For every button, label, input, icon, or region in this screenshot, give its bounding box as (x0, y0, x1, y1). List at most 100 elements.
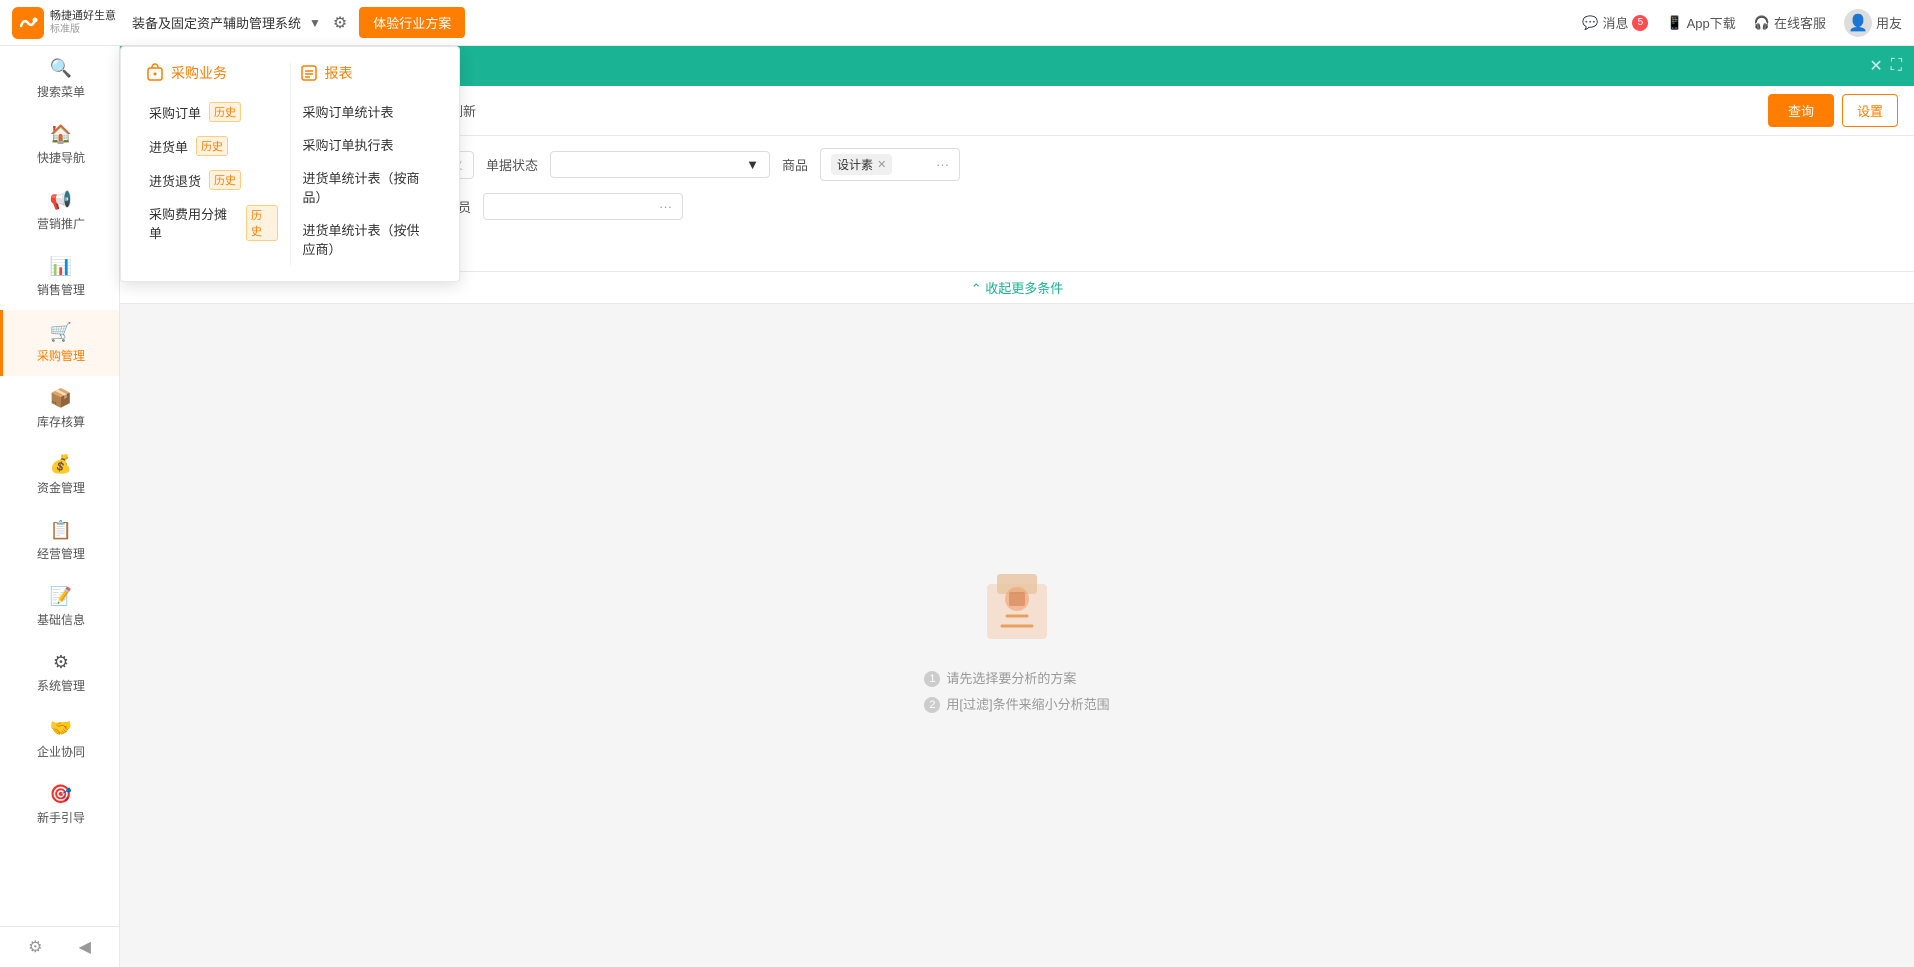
app-download-label: App下载 (1687, 13, 1736, 32)
step1-text: 请先选择要分析的方案 (946, 666, 1076, 692)
dropdown-item-receipt[interactable]: 进货单 历史 (145, 129, 282, 163)
sidebar-settings-btn[interactable]: ⚙ (28, 937, 42, 957)
dropdown-item-return[interactable]: 进货退货 历史 (145, 163, 282, 197)
dropdown-item-po-exec[interactable]: 采购订单执行表 (299, 128, 436, 161)
sidebar-item-finance[interactable]: 💰 资金管理 (0, 442, 119, 508)
sidebar-item-basic[interactable]: 📝 基础信息 (0, 574, 119, 640)
industry-btn[interactable]: 体验行业方案 (359, 7, 465, 38)
purchase-dropdown-menu: 采购业务 采购订单 历史 进货单 历史 进货退货 历史 采购费用分摊单 历史 (120, 46, 460, 282)
purchase-col-header: 采购业务 (145, 63, 282, 83)
dropdown-label-receipt-supplier: 进货单统计表（按供应商） (303, 220, 432, 258)
staff-dots[interactable]: ··· (659, 199, 672, 214)
tab-bar-actions: ✕ ⛶ (1869, 56, 1914, 76)
empty-state: 1 请先选择要分析的方案 2 用[过滤]条件来缩小分析范围 (120, 304, 1914, 967)
hist-badge-expense: 历史 (246, 205, 278, 241)
logo-version: 标准版 (50, 23, 116, 36)
purchase-icon: 🛒 (50, 322, 72, 343)
header-right: 💬 消息 5 📱 App下载 🎧 在线客服 👤 用友 (1582, 9, 1902, 37)
report-col-title: 报表 (325, 63, 353, 83)
goods-select[interactable]: 设计素 ✕ ··· (820, 148, 960, 181)
settings-btn[interactable]: ⚙ (329, 9, 351, 37)
sidebar: 🔍 搜索菜单 🏠 快捷导航 📢 营销推广 📊 销售管理 🛒 采购管理 📦 库存核… (0, 46, 120, 967)
sidebar-item-guide[interactable]: 🎯 新手引导 (0, 772, 119, 838)
guide-icon: 🎯 (50, 784, 72, 805)
collapse-text: ⌃ 收起更多条件 (971, 281, 1064, 296)
report-col: 报表 采购订单统计表 采购订单执行表 进货单统计表（按商品） 进货单统计表（按供… (291, 63, 444, 265)
purchase-col: 采购业务 采购订单 历史 进货单 历史 进货退货 历史 采购费用分摊单 历史 (137, 63, 291, 265)
inventory-icon: 📦 (50, 388, 72, 409)
sidebar-label-basic: 基础信息 (37, 611, 85, 628)
dropdown-label-expense: 采购费用分摊单 (149, 204, 238, 242)
report-col-icon (299, 63, 319, 83)
step1-num: 1 (924, 671, 940, 687)
sidebar-item-nav[interactable]: 🏠 快捷导航 (0, 112, 119, 178)
order-status-select[interactable]: ▼ (550, 151, 770, 178)
empty-illustration (967, 554, 1067, 654)
message-label: 消息 (1602, 13, 1628, 32)
empty-text: 1 请先选择要分析的方案 2 用[过滤]条件来缩小分析范围 (924, 666, 1109, 718)
top-header: 畅捷通好生意 标准版 装备及固定资产辅助管理系统 ▼ ⚙ 体验行业方案 💬 消息… (0, 0, 1914, 46)
logo-icon (12, 7, 44, 39)
dropdown-item-po[interactable]: 采购订单 历史 (145, 95, 282, 129)
sidebar-item-collab[interactable]: 🤝 企业协同 (0, 706, 119, 772)
purchase-col-title: 采购业务 (171, 63, 227, 83)
sidebar-item-operation[interactable]: 📋 经营管理 (0, 508, 119, 574)
marketing-icon: 📢 (50, 190, 72, 211)
dropdown-item-expense[interactable]: 采购费用分摊单 历史 (145, 197, 282, 249)
app-download-btn[interactable]: 📱 App下载 (1666, 13, 1735, 32)
home-icon: 🏠 (50, 124, 72, 145)
hist-badge-return: 历史 (209, 170, 241, 190)
dropdown-item-po-stat[interactable]: 采购订单统计表 (299, 95, 436, 128)
sidebar-label-search: 搜索菜单 (37, 83, 85, 100)
goods-tag-remove[interactable]: ✕ (877, 158, 886, 171)
sidebar-collapse-btn[interactable]: ◀ (79, 937, 91, 957)
sidebar-item-system[interactable]: ⚙ 系统管理 (0, 640, 119, 706)
online-service-btn[interactable]: 🎧 在线客服 (1754, 13, 1826, 32)
system-icon: ⚙ (53, 652, 69, 673)
search-icon: 🔍 (50, 58, 72, 79)
user-label: 用友 (1876, 13, 1902, 32)
goods-dots[interactable]: ··· (936, 157, 949, 172)
sidebar-label-purchase: 采购管理 (37, 347, 85, 364)
report-col-header: 报表 (299, 63, 436, 83)
sidebar-label-operation: 经营管理 (37, 545, 85, 562)
sidebar-label-finance: 资金管理 (37, 479, 85, 496)
message-icon: 💬 (1582, 15, 1598, 31)
dropdown-item-receipt-goods[interactable]: 进货单统计表（按商品） (299, 161, 436, 213)
sidebar-item-marketing[interactable]: 📢 营销推广 (0, 178, 119, 244)
dropdown-label-return: 进货退货 (149, 171, 201, 190)
sidebar-label-sales: 销售管理 (37, 281, 85, 298)
header-center: 装备及固定资产辅助管理系统 ▼ ⚙ 体验行业方案 (132, 7, 1582, 38)
dropdown-label-po-exec: 采购订单执行表 (303, 135, 394, 154)
sidebar-item-purchase[interactable]: 🛒 采购管理 (0, 310, 119, 376)
dropdown-overlay: 采购业务 采购订单 历史 进货单 历史 进货退货 历史 采购费用分摊单 历史 (120, 46, 460, 282)
staff-select[interactable]: ··· (483, 193, 683, 220)
system-dropdown-btn[interactable]: ▼ (309, 16, 321, 30)
tab-fullscreen-icon[interactable]: ⛶ (1891, 57, 1902, 75)
purchase-col-icon (145, 63, 165, 83)
sidebar-item-search[interactable]: 🔍 搜索菜单 (0, 46, 119, 112)
step2-text: 用[过滤]条件来缩小分析范围 (946, 692, 1109, 718)
message-btn[interactable]: 💬 消息 5 (1582, 13, 1648, 32)
logo-name: 畅捷通好生意 (50, 9, 116, 23)
order-status-arrow: ▼ (746, 157, 759, 172)
user-btn[interactable]: 👤 用友 (1844, 9, 1902, 37)
finance-icon: 💰 (50, 454, 72, 475)
query-btn[interactable]: 查询 (1768, 94, 1834, 127)
system-title: 装备及固定资产辅助管理系统 (132, 13, 301, 32)
sidebar-label-nav: 快捷导航 (37, 149, 85, 166)
set-btn[interactable]: 设置 (1842, 94, 1898, 127)
goods-tag: 设计素 ✕ (831, 154, 892, 175)
order-status-label: 单据状态 (486, 155, 538, 174)
sidebar-bottom: ⚙ ◀ (0, 926, 119, 967)
sidebar-label-collab: 企业协同 (37, 743, 85, 760)
sidebar-item-inventory[interactable]: 📦 库存核算 (0, 376, 119, 442)
avatar: 👤 (1844, 9, 1872, 37)
message-badge: 5 (1632, 15, 1648, 31)
dropdown-item-receipt-supplier[interactable]: 进货单统计表（按供应商） (299, 213, 436, 265)
sidebar-item-sales[interactable]: 📊 销售管理 (0, 244, 119, 310)
dropdown-label-po: 采购订单 (149, 103, 201, 122)
tab-close-icon[interactable]: ✕ (1869, 56, 1882, 76)
operation-icon: 📋 (50, 520, 72, 541)
sales-icon: 📊 (50, 256, 72, 277)
